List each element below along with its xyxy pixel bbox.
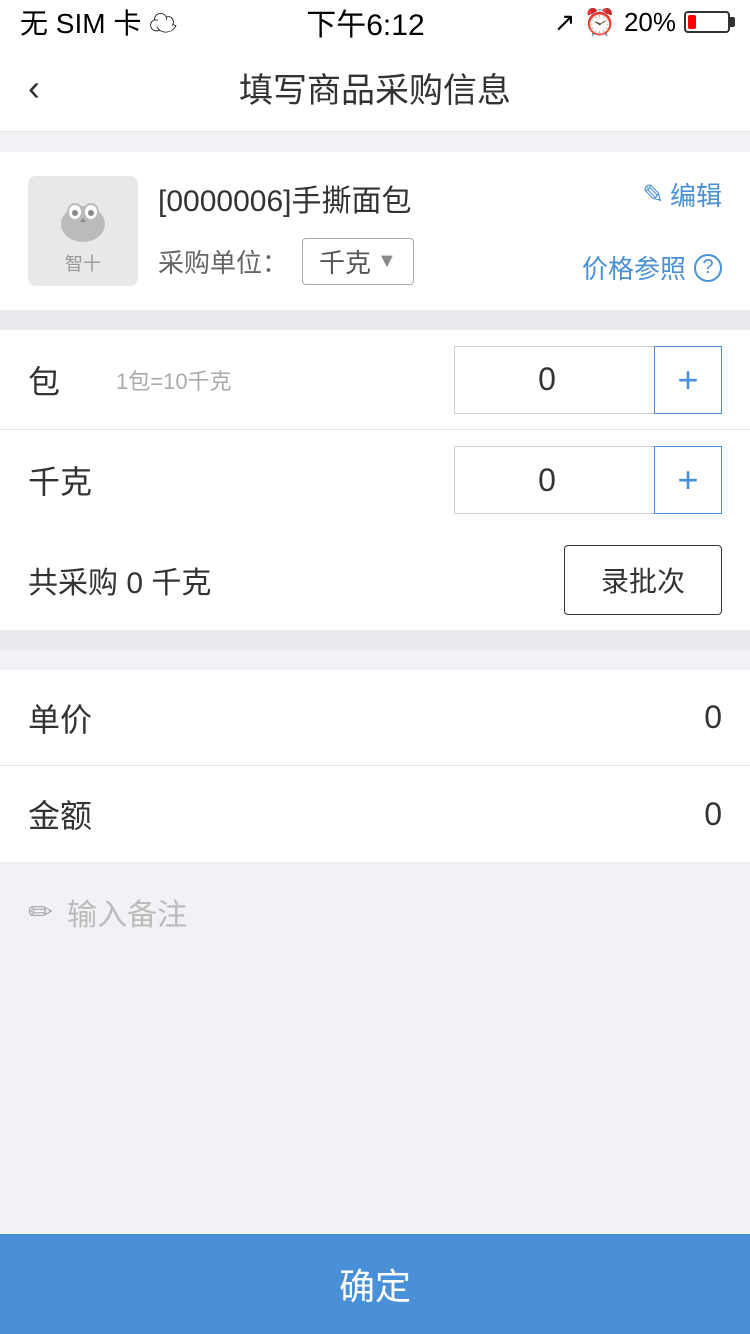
price-section: 单价 0 金额 0: [0, 670, 750, 862]
help-icon: ?: [694, 254, 722, 282]
bag-input-row: 包 1包=10千克 +: [0, 330, 750, 430]
alarm-icon: ⏰: [584, 7, 616, 38]
unit-price-label: 单价: [28, 695, 92, 741]
unit-price-row: 单价 0: [0, 670, 750, 766]
unit-price-value: 0: [704, 699, 722, 736]
note-placeholder: 输入备注: [67, 890, 187, 934]
bag-label: 包: [28, 357, 108, 403]
amount-label: 金额: [28, 791, 92, 837]
unit-dropdown-arrow: ▼: [377, 250, 397, 273]
owl-svg-icon: [53, 186, 113, 246]
amount-row: 金额 0: [0, 766, 750, 862]
summary-row: 共采购 0 千克 录批次: [0, 530, 750, 630]
battery-percent: 20%: [624, 7, 676, 38]
location-icon: ↗: [554, 7, 576, 38]
status-bar: 无 SIM 卡 ☁ 下午6:12 ↗ ⏰ 20%: [0, 0, 750, 44]
confirm-label: 确定: [339, 1258, 411, 1310]
sim-signal: 无 SIM 卡 ☁: [20, 2, 177, 42]
product-name: [0000006]手撕面包: [158, 176, 722, 220]
battery-fill: [688, 15, 696, 29]
status-left: 无 SIM 卡 ☁: [20, 2, 177, 42]
summary-text: 共采购 0 千克: [28, 558, 211, 602]
input-section: 包 1包=10千克 + 千克 +: [0, 330, 750, 530]
kg-quantity-input[interactable]: [454, 446, 654, 514]
unit-value: 千克: [319, 243, 371, 280]
status-right: ↗ ⏰ 20%: [554, 7, 730, 38]
price-ref-label: 价格参照: [582, 249, 686, 286]
kg-label: 千克: [28, 457, 108, 503]
page-content: 智十 [0000006]手撕面包 采购单位： 千克 ▼ ✎ 编辑 价格参照 ?: [0, 152, 750, 1262]
pencil-icon: ✏: [28, 895, 53, 930]
nav-bar: ‹ 填写商品采购信息: [0, 44, 750, 132]
divider-band-2: [0, 630, 750, 650]
kg-input-control: +: [454, 446, 722, 514]
price-reference-button[interactable]: 价格参照 ?: [582, 249, 722, 286]
unit-selector[interactable]: 千克 ▼: [302, 238, 414, 285]
unit-label: 采购单位：: [158, 243, 288, 280]
edit-button[interactable]: ✎ 编辑: [642, 176, 722, 213]
note-section[interactable]: ✏ 输入备注: [0, 862, 750, 962]
bag-quantity-input[interactable]: [454, 346, 654, 414]
bag-sub-label: 1包=10千克: [116, 364, 454, 396]
edit-label: 编辑: [670, 176, 722, 213]
bag-plus-button[interactable]: +: [654, 346, 722, 414]
product-logo: 智十: [53, 186, 113, 276]
kg-input-row: 千克 +: [0, 430, 750, 530]
divider-band-1: [0, 310, 750, 330]
amount-value: 0: [704, 796, 722, 833]
product-thumbnail: 智十: [28, 176, 138, 286]
back-button[interactable]: ‹: [28, 67, 40, 109]
kg-plus-button[interactable]: +: [654, 446, 722, 514]
page-title: 填写商品采购信息: [239, 63, 511, 112]
bottom-spacer: [0, 962, 750, 1162]
battery-icon: [684, 11, 730, 33]
bag-input-control: +: [454, 346, 722, 414]
confirm-button[interactable]: 确定: [0, 1234, 750, 1334]
status-time: 下午6:12: [306, 0, 424, 44]
edit-icon: ✎: [642, 179, 664, 210]
record-batch-button[interactable]: 录批次: [564, 545, 722, 615]
logo-text: 智十: [65, 250, 101, 276]
product-card: 智十 [0000006]手撕面包 采购单位： 千克 ▼ ✎ 编辑 价格参照 ?: [0, 152, 750, 310]
